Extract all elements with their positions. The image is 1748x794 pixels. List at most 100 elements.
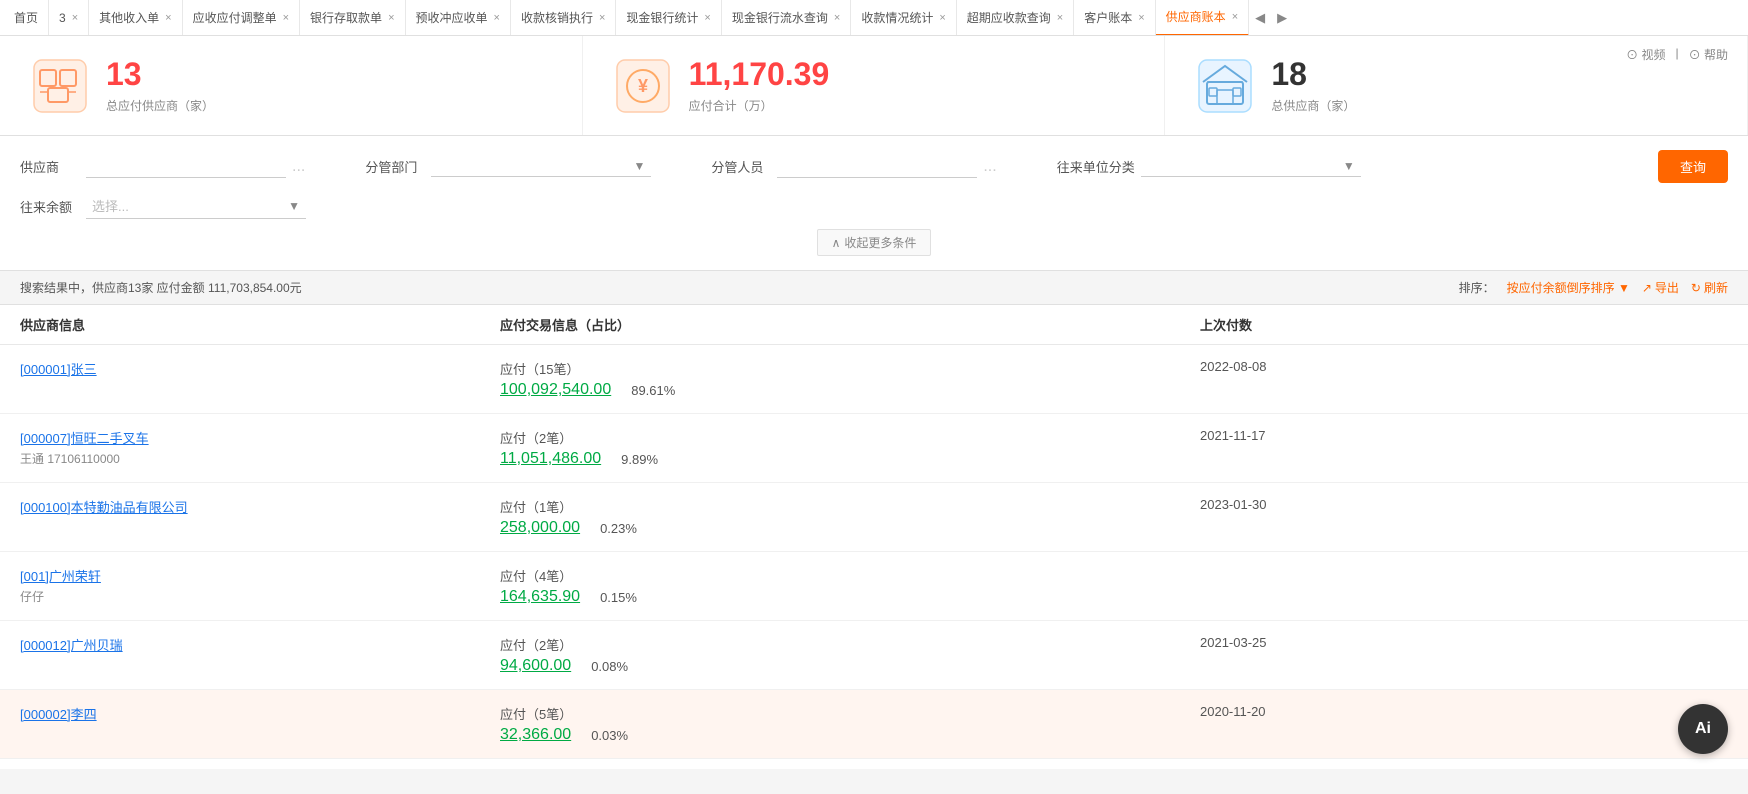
- result-bar: 搜索结果中，供应商13家 应付金额 111,703,854.00元 排序： 按应…: [0, 271, 1748, 305]
- tab-bank-deposit[interactable]: 银行存取款单 ×: [300, 0, 405, 36]
- supplier-icon: [30, 56, 90, 116]
- trans-label: 应付（4笔）: [500, 566, 1200, 585]
- tab-prepay[interactable]: 预收冲应收单 ×: [406, 0, 511, 36]
- tab-overdue[interactable]: 超期应收款查询 ×: [957, 0, 1074, 36]
- filter-supplier: 供应商 ...: [20, 156, 305, 178]
- trans-label: 应付（15笔）: [500, 359, 1200, 378]
- balance-chevron-icon: ▼: [288, 199, 300, 213]
- sort-select[interactable]: 按应付余额倒序排序 ▼: [1507, 279, 1630, 296]
- query-button[interactable]: 查询: [1658, 150, 1728, 183]
- last-pay: 2021-03-25: [1200, 635, 1728, 650]
- filter-row-2: 往来余额 选择... ▼: [20, 193, 1728, 219]
- collapse-button[interactable]: ∧ 收起更多条件: [817, 229, 932, 256]
- balance-placeholder: 选择...: [92, 196, 288, 215]
- nav-right-arrow[interactable]: ▶: [1271, 0, 1293, 36]
- trans-pct: 0.23%: [600, 521, 637, 536]
- refresh-icon: ↻: [1691, 281, 1701, 295]
- tab-collection-stat[interactable]: 收款情况统计 ×: [851, 0, 956, 36]
- tab-other-income-label: 其他收入单: [99, 9, 159, 26]
- supplier-link[interactable]: [000001]张三: [20, 362, 97, 377]
- refresh-label: 刷新: [1704, 279, 1728, 296]
- tab-other-income[interactable]: 其他收入单 ×: [89, 0, 182, 36]
- summary-bar: 13 总应付供应商（家） ¥ 11,170.39 应付合计（万）: [0, 36, 1748, 136]
- trans-amount[interactable]: 100,092,540.00: [500, 381, 611, 399]
- tab-collection-close[interactable]: ×: [599, 12, 605, 24]
- top-nav: 首页 3 × 其他收入单 × 应收应付调整单 × 银行存取款单 × 预收冲应收单…: [0, 0, 1748, 36]
- trans-label: 应付（2笔）: [500, 635, 1200, 654]
- supplier-input[interactable]: [86, 156, 286, 178]
- category-select[interactable]: ▼: [1141, 156, 1361, 177]
- tab-overdue-close[interactable]: ×: [1057, 12, 1063, 24]
- ai-button[interactable]: Ai: [1678, 704, 1728, 754]
- tab-home[interactable]: 首页: [4, 0, 49, 36]
- export-icon: ↗: [1642, 281, 1652, 295]
- tab-cash-flow-label: 现金银行流水查询: [732, 9, 828, 26]
- tab-supplier-ledger-close[interactable]: ×: [1232, 11, 1238, 23]
- tab-other-income-close[interactable]: ×: [165, 12, 171, 24]
- trans-amount[interactable]: 94,600.00: [500, 657, 571, 675]
- trans-amount[interactable]: 11,051,486.00: [500, 450, 601, 468]
- tab-customer-ledger-close[interactable]: ×: [1138, 12, 1144, 24]
- supplier-link[interactable]: [000100]本特勤油品有限公司: [20, 500, 188, 515]
- supplier-link[interactable]: [000002]李四: [20, 707, 97, 722]
- person-picker-btn[interactable]: ...: [983, 158, 996, 176]
- supplier-info: [000002]李四: [20, 704, 500, 723]
- supplier-info: [000007]恒旺二手叉车 王通 17106110000: [20, 428, 500, 467]
- total-suppliers-label: 总供应商（家）: [1271, 97, 1355, 114]
- supplier-info: [000001]张三: [20, 359, 500, 378]
- person-input[interactable]: [777, 156, 977, 178]
- tab-collection[interactable]: 收款核销执行 ×: [511, 0, 616, 36]
- tab-3[interactable]: 3 ×: [49, 0, 89, 36]
- video-link[interactable]: ⊙ 视频: [1626, 46, 1665, 63]
- table-row: [000002]李四 应付（5笔） 32,366.00 0.03% 2020-1…: [0, 690, 1748, 759]
- trans-amount[interactable]: 32,366.00: [500, 726, 571, 744]
- last-pay: 2022-08-08: [1200, 359, 1728, 374]
- result-summary: 搜索结果中，供应商13家 应付金额 111,703,854.00元: [20, 279, 302, 296]
- payable-suppliers-label: 总应付供应商（家）: [106, 97, 214, 114]
- tab-cash-bank-stat-close[interactable]: ×: [704, 12, 710, 24]
- trans-label: 应付（2笔）: [500, 428, 1200, 447]
- supplier-sub: 王通 17106110000: [20, 450, 500, 467]
- dept-chevron-icon: ▼: [633, 159, 645, 173]
- tab-customer-ledger-label: 客户账本: [1084, 9, 1132, 26]
- transaction-info: 应付（4笔） 164,635.90 0.15%: [500, 566, 1200, 606]
- tab-cash-flow-close[interactable]: ×: [834, 12, 840, 24]
- nav-left-arrow[interactable]: ◀: [1249, 0, 1271, 36]
- balance-select[interactable]: 选择... ▼: [86, 193, 306, 219]
- supplier-link[interactable]: [000007]恒旺二手叉车: [20, 431, 149, 446]
- dept-select[interactable]: ▼: [431, 156, 651, 177]
- transaction-info: 应付（2笔） 11,051,486.00 9.89%: [500, 428, 1200, 468]
- table-header: 供应商信息 应付交易信息（占比） 上次付数: [0, 305, 1748, 345]
- help-link[interactable]: ⊙ 帮助: [1689, 46, 1728, 63]
- tab-cash-flow[interactable]: 现金银行流水查询 ×: [722, 0, 851, 36]
- tab-ar-adjust[interactable]: 应收应付调整单 ×: [183, 0, 300, 36]
- total-suppliers-number: 18: [1271, 57, 1355, 92]
- tab-cash-bank-stat[interactable]: 现金银行统计 ×: [616, 0, 721, 36]
- trans-label: 应付（5笔）: [500, 704, 1200, 723]
- trans-amount[interactable]: 164,635.90: [500, 588, 580, 606]
- tab-supplier-ledger[interactable]: 供应商账本 ×: [1156, 0, 1249, 36]
- last-pay: 2020-11-20: [1200, 704, 1728, 719]
- tab-collection-stat-close[interactable]: ×: [939, 12, 945, 24]
- export-button[interactable]: ↗ 导出: [1642, 279, 1679, 296]
- table-row: [000001]张三 应付（15笔） 100,092,540.00 89.61%…: [0, 345, 1748, 414]
- tab-customer-ledger[interactable]: 客户账本 ×: [1074, 0, 1155, 36]
- person-label: 分管人员: [711, 157, 771, 176]
- tab-supplier-ledger-label: 供应商账本: [1166, 8, 1226, 25]
- tab-bank-deposit-close[interactable]: ×: [388, 12, 394, 24]
- result-bar-right: 排序： 按应付余额倒序排序 ▼ ↗ 导出 ↻ 刷新: [1459, 279, 1728, 296]
- trans-pct: 89.61%: [631, 383, 675, 398]
- tab-prepay-close[interactable]: ×: [494, 12, 500, 24]
- collapse-chevron-icon: ∧: [832, 236, 841, 250]
- summary-helper: ⊙ 视频 | ⊙ 帮助: [1626, 46, 1728, 63]
- supplier-link[interactable]: [000012]广州贝瑞: [20, 638, 123, 653]
- trans-pct: 0.08%: [591, 659, 628, 674]
- dept-label: 分管部门: [365, 157, 425, 176]
- refresh-button[interactable]: ↻ 刷新: [1691, 279, 1728, 296]
- supplier-picker-btn[interactable]: ...: [292, 158, 305, 176]
- trans-amount[interactable]: 258,000.00: [500, 519, 580, 537]
- transaction-info: 应付（5笔） 32,366.00 0.03%: [500, 704, 1200, 744]
- tab-ar-adjust-close[interactable]: ×: [283, 12, 289, 24]
- supplier-link[interactable]: [001]广州荣轩: [20, 569, 101, 584]
- tab-3-close[interactable]: ×: [72, 12, 78, 24]
